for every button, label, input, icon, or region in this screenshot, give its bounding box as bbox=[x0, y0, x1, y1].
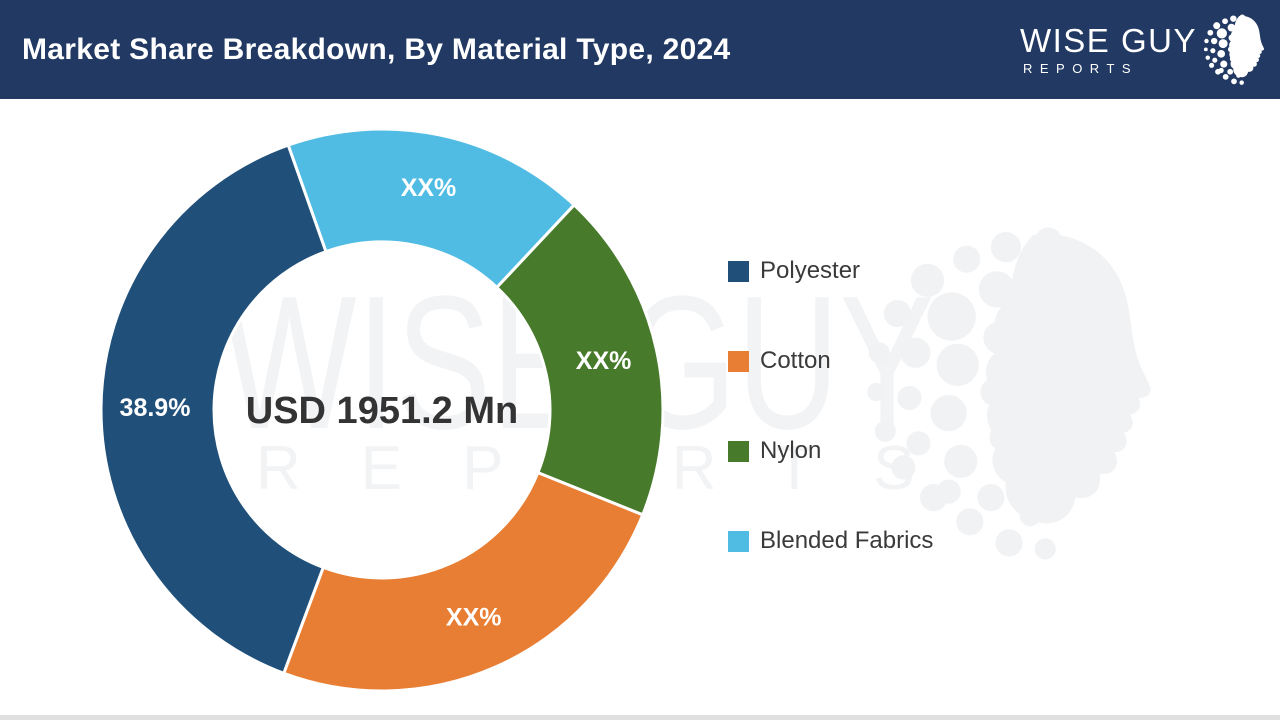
legend-item-blended-fabrics[interactable]: Blended Fabrics bbox=[728, 528, 933, 554]
legend-swatch-cotton bbox=[728, 350, 749, 372]
page: Market Share Breakdown, By Material Type… bbox=[0, 0, 1280, 720]
slice-label-nylon: XX% bbox=[576, 347, 632, 375]
header: Market Share Breakdown, By Material Type… bbox=[0, 0, 1280, 99]
legend-item-nylon[interactable]: Nylon bbox=[728, 438, 933, 464]
legend-label-polyester: Polyester bbox=[760, 257, 861, 284]
legend: Polyester Cotton Nylon Blended Fabrics bbox=[728, 258, 933, 618]
slice-label-polyester: 38.9% bbox=[120, 394, 191, 422]
logo-subtext: REPORTS bbox=[1022, 61, 1139, 76]
bottom-bar bbox=[0, 715, 1280, 720]
wiseguy-logo: WISE GUY REPORTS bbox=[1020, 13, 1266, 86]
page-title: Market Share Breakdown, By Material Type… bbox=[22, 32, 731, 66]
donut-chart: XX% XX% XX% 38.9% USD 1951.2 Mn bbox=[99, 127, 665, 693]
legend-label-cotton: Cotton bbox=[760, 347, 831, 374]
slice-label-blended-fabrics: XX% bbox=[401, 174, 457, 202]
slice-label-cotton: XX% bbox=[446, 604, 502, 632]
logo-face-icon bbox=[1203, 13, 1265, 85]
legend-item-polyester[interactable]: Polyester bbox=[728, 258, 933, 284]
legend-label-blended-fabrics: Blended Fabrics bbox=[760, 527, 934, 554]
legend-swatch-nylon bbox=[728, 440, 749, 462]
legend-label-nylon: Nylon bbox=[760, 437, 822, 464]
donut-slice-cotton[interactable] bbox=[282, 471, 645, 693]
legend-swatch-polyester bbox=[728, 260, 749, 282]
legend-swatch-blended-fabrics bbox=[728, 530, 749, 552]
legend-item-cotton[interactable]: Cotton bbox=[728, 348, 933, 374]
logo-text: WISE GUY REPORTS bbox=[1020, 24, 1197, 75]
logo-wordmark: WISE GUY bbox=[1019, 22, 1197, 59]
donut-center-value: USD 1951.2 Mn bbox=[246, 390, 518, 432]
